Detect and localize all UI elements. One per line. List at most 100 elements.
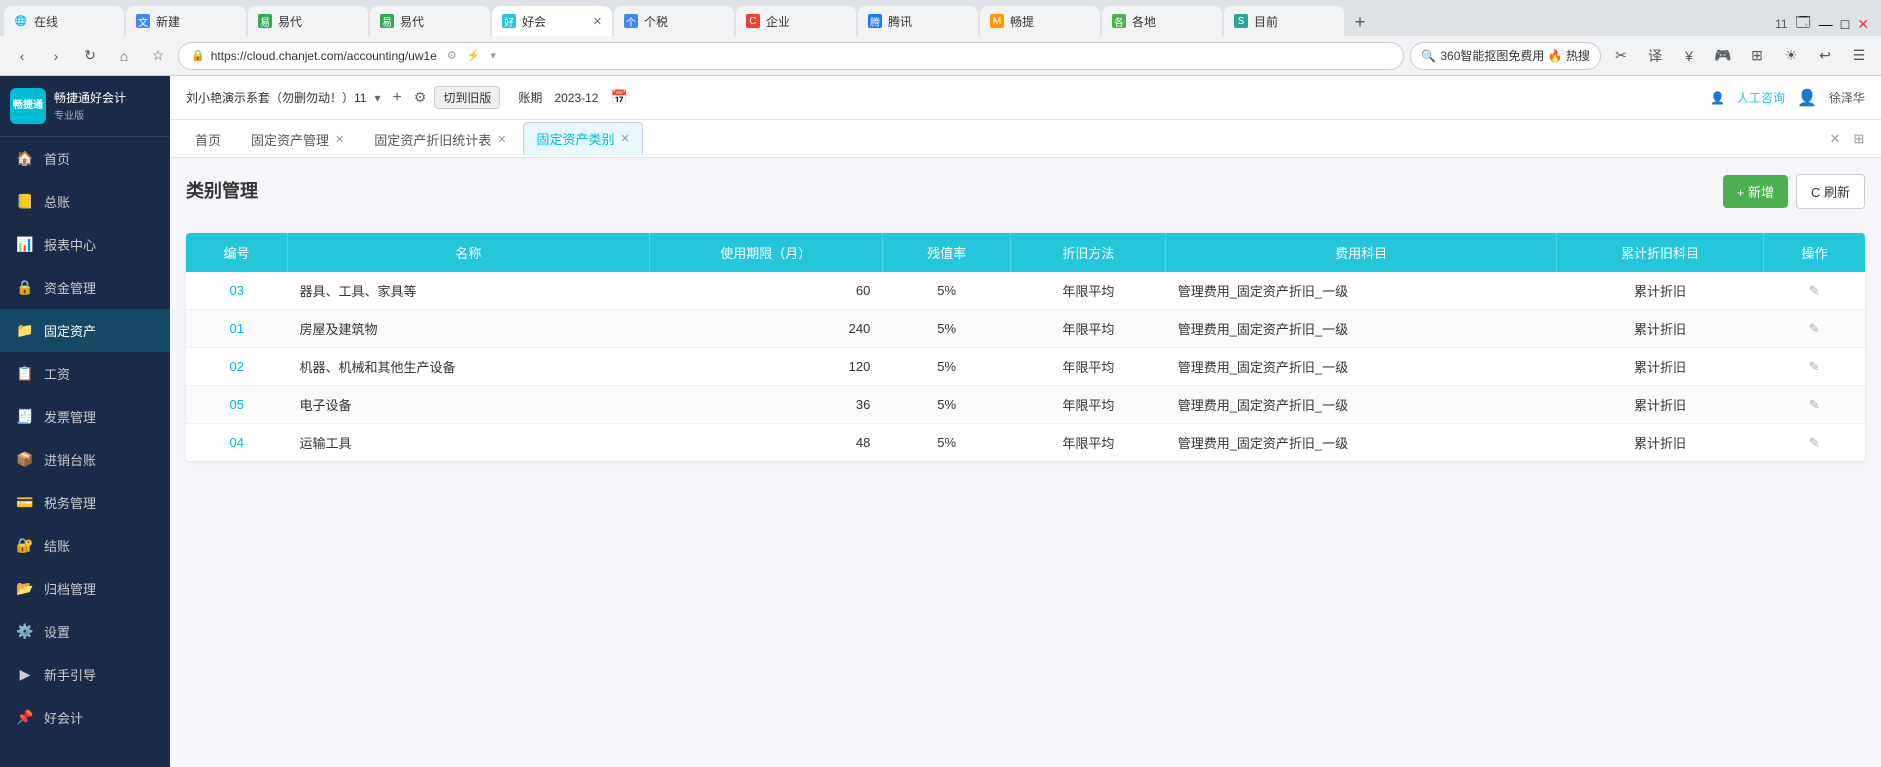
home-button[interactable]: ⌂ bbox=[110, 42, 138, 70]
new-tab-button[interactable]: + bbox=[1346, 8, 1374, 36]
tab-favicon-changtie: M bbox=[990, 14, 1004, 28]
forward-button[interactable]: › bbox=[42, 42, 70, 70]
browser-tab-new[interactable]: 文 新建 bbox=[126, 6, 246, 36]
sidebar-item-settings-label: 设置 bbox=[44, 622, 70, 641]
cell-name: 机器、机械和其他生产设备 bbox=[288, 348, 650, 386]
sidebar-item-inventory[interactable]: 📦 进销台账 bbox=[0, 438, 170, 481]
browser-tab-online[interactable]: 🌐 在线 bbox=[4, 6, 124, 36]
sidebar-item-closing[interactable]: 🔐 结账 bbox=[0, 524, 170, 567]
cell-action[interactable]: ✎ bbox=[1763, 348, 1865, 386]
grid-icon[interactable]: ⊞ bbox=[1743, 42, 1771, 70]
window-close-btn[interactable]: ✕ bbox=[1825, 129, 1845, 149]
browser-tab-tencent[interactable]: 腾 腾讯 bbox=[858, 6, 978, 36]
table-row: 03器具、工具、家具等605%年限平均管理费用_固定资产折旧_一级累计折旧✎ bbox=[186, 272, 1865, 310]
game-icon[interactable]: 🎮 bbox=[1709, 42, 1737, 70]
browser-tab-gedi[interactable]: 各 各地 bbox=[1102, 6, 1222, 36]
sidebar-item-more-label: 好会计 bbox=[44, 708, 83, 727]
payroll-icon: 📋 bbox=[16, 365, 34, 383]
tab-home-label: 首页 bbox=[195, 130, 221, 149]
cell-name: 器具、工具、家具等 bbox=[288, 272, 650, 310]
sidebar-item-archive[interactable]: 📂 归档管理 bbox=[0, 567, 170, 610]
refresh-button[interactable]: ↻ bbox=[76, 42, 104, 70]
tab-favicon-enterprise: C bbox=[746, 14, 760, 28]
sidebar-item-reports[interactable]: 📊 报表中心 bbox=[0, 223, 170, 266]
close-window-icon[interactable]: ✕ bbox=[1857, 16, 1869, 33]
tab-fixed-asset-mgmt-close[interactable]: ✕ bbox=[335, 133, 344, 146]
cell-expense: 管理费用_固定资产折旧_一级 bbox=[1166, 424, 1557, 462]
tab-fixed-asset-mgmt[interactable]: 固定资产管理 ✕ bbox=[238, 123, 357, 155]
browser-tab-changtie[interactable]: M 畅提 bbox=[980, 6, 1100, 36]
cell-accumulated: 累计折旧 bbox=[1556, 348, 1763, 386]
scissors-icon[interactable]: ✂ bbox=[1607, 42, 1635, 70]
sidebar-item-funds[interactable]: 🔒 资金管理 bbox=[0, 266, 170, 309]
menu-icon[interactable]: ☰ bbox=[1845, 42, 1873, 70]
col-header-method: 折旧方法 bbox=[1011, 233, 1166, 272]
sidebar-item-settings[interactable]: ⚙️ 设置 bbox=[0, 610, 170, 653]
browser-tab-muqian[interactable]: S 目前 bbox=[1224, 6, 1344, 36]
cell-name: 运输工具 bbox=[288, 424, 650, 462]
restore-icon[interactable]: 🗔 bbox=[1796, 12, 1811, 36]
browser-tab-haokuai[interactable]: 好 好会 ✕ bbox=[492, 6, 612, 36]
sidebar-item-more[interactable]: 📌 好会计 bbox=[0, 696, 170, 739]
window-restore-btn[interactable]: ⊞ bbox=[1849, 129, 1869, 149]
minimize-icon[interactable]: — bbox=[1819, 16, 1833, 32]
add-company-button[interactable]: + bbox=[393, 89, 402, 107]
sidebar-item-funds-label: 资金管理 bbox=[44, 278, 96, 297]
username-text: 徐泽华 bbox=[1829, 89, 1865, 106]
undo-icon[interactable]: ↩ bbox=[1811, 42, 1839, 70]
cell-action[interactable]: ✎ bbox=[1763, 424, 1865, 462]
calendar-icon[interactable]: 📅 bbox=[610, 89, 627, 106]
expand-icon[interactable]: ▾ bbox=[490, 49, 496, 62]
sidebar-item-ledger[interactable]: 📒 总账 bbox=[0, 180, 170, 223]
refresh-button-page[interactable]: C 刷新 bbox=[1796, 174, 1865, 209]
cell-residual: 5% bbox=[882, 386, 1011, 424]
cell-action[interactable]: ✎ bbox=[1763, 310, 1865, 348]
sidebar-item-payroll[interactable]: 📋 工资 bbox=[0, 352, 170, 395]
tab-home[interactable]: 首页 bbox=[182, 123, 234, 155]
cell-accumulated: 累计折旧 bbox=[1556, 424, 1763, 462]
switch-old-version-button[interactable]: 切到旧版 bbox=[434, 86, 500, 109]
sidebar-item-guide[interactable]: ▶ 新手引导 bbox=[0, 653, 170, 696]
browser-tab-tax[interactable]: 个 个税 bbox=[614, 6, 734, 36]
logo-icon: 畅捷通 bbox=[10, 88, 46, 124]
site-info-icon[interactable]: ⚙ bbox=[447, 49, 457, 62]
sidebar-item-home[interactable]: 🏠 首页 bbox=[0, 137, 170, 180]
maximize-icon[interactable]: □ bbox=[1841, 16, 1849, 32]
browser-tab-yidai2[interactable]: 易 易代 bbox=[370, 6, 490, 36]
dropdown-icon[interactable]: ▾ bbox=[374, 91, 380, 105]
settings-button[interactable]: ⚙ bbox=[414, 89, 427, 106]
browser-tab-yidai2-label: 易代 bbox=[400, 13, 424, 30]
tab-fixed-asset-category[interactable]: 固定资产类别 ✕ bbox=[523, 122, 642, 155]
guide-icon: ▶ bbox=[16, 666, 34, 684]
tab-fixed-asset-mgmt-label: 固定资产管理 bbox=[251, 130, 329, 149]
cell-residual: 5% bbox=[882, 424, 1011, 462]
sidebar-item-invoice[interactable]: 🧾 发票管理 bbox=[0, 395, 170, 438]
add-button[interactable]: + 新增 bbox=[1723, 175, 1788, 208]
search-bar[interactable]: 🔍 360智能抠图免费用 🔥 热搜 bbox=[1410, 42, 1601, 70]
bookmark-button[interactable]: ☆ bbox=[144, 42, 172, 70]
browser-tab-enterprise[interactable]: C 企业 bbox=[736, 6, 856, 36]
tab-fixed-asset-stats-close[interactable]: ✕ bbox=[497, 133, 506, 146]
tab-favicon-new: 文 bbox=[136, 14, 150, 28]
table-row: 01房屋及建筑物2405%年限平均管理费用_固定资产折旧_一级累计折旧✎ bbox=[186, 310, 1865, 348]
support-text[interactable]: 人工咨询 bbox=[1737, 89, 1785, 106]
address-bar[interactable]: 🔒 https://cloud.chanjet.com/accounting/u… bbox=[178, 42, 1404, 70]
settings-icon: ⚙️ bbox=[16, 623, 34, 641]
browser-tab-haokuai-close[interactable]: ✕ bbox=[593, 15, 602, 28]
cell-action[interactable]: ✎ bbox=[1763, 272, 1865, 310]
fixed-asset-category-table: 编号 名称 使用期限（月） 残值率 折旧方法 费用科目 累计折旧科目 操作 03… bbox=[186, 233, 1865, 461]
share-icon[interactable]: ⚡ bbox=[467, 49, 481, 62]
back-button[interactable]: ‹ bbox=[8, 42, 36, 70]
sidebar-item-tax[interactable]: 💳 税务管理 bbox=[0, 481, 170, 524]
tab-fixed-asset-category-close[interactable]: ✕ bbox=[621, 132, 630, 145]
translate-icon[interactable]: 译 bbox=[1641, 42, 1669, 70]
col-header-action: 操作 bbox=[1763, 233, 1865, 272]
browser-tab-yidai1[interactable]: 易 易代 bbox=[248, 6, 368, 36]
sun-icon[interactable]: ☀ bbox=[1777, 42, 1805, 70]
main-content: 刘小艳演示系套（勿删勿动！）11 ▾ + ⚙ 切到旧版 账期 2023-12 📅… bbox=[170, 76, 1881, 767]
sidebar-item-fixed-assets[interactable]: 📁 固定资产 bbox=[0, 309, 170, 352]
browser-tab-gedi-label: 各地 bbox=[1132, 13, 1156, 30]
wallet-icon[interactable]: ¥ bbox=[1675, 42, 1703, 70]
cell-action[interactable]: ✎ bbox=[1763, 386, 1865, 424]
tab-fixed-asset-stats[interactable]: 固定资产折旧统计表 ✕ bbox=[361, 123, 519, 155]
